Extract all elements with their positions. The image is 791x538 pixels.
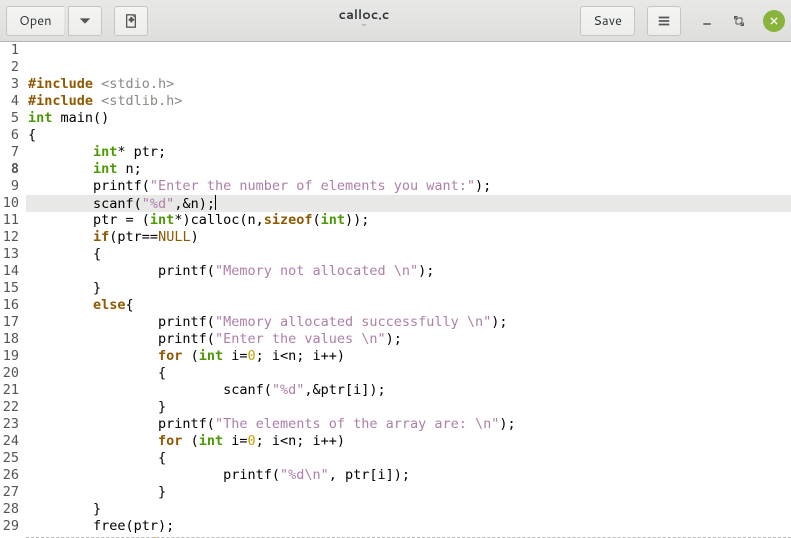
chevron-down-icon — [78, 14, 92, 28]
line-number: 4 — [0, 93, 19, 110]
line-number: 17 — [0, 314, 19, 331]
line-number: 9 — [0, 178, 19, 195]
code-line[interactable]: { — [26, 450, 791, 467]
code-line[interactable]: scanf("%d",&n); — [26, 195, 791, 212]
line-number: 10 — [0, 195, 19, 212]
minimize-icon — [701, 15, 713, 27]
line-number: 11 — [0, 212, 19, 229]
code-line[interactable]: free(ptr); — [26, 518, 791, 535]
line-number: 26 — [0, 467, 19, 484]
line-number: 28 — [0, 501, 19, 518]
save-label: Save — [593, 12, 622, 30]
code-line[interactable]: } — [26, 484, 791, 501]
code-line[interactable]: ptr = (int*)calloc(n,sizeof(int)); — [26, 212, 791, 229]
line-number: 14 — [0, 263, 19, 280]
line-number: 20 — [0, 365, 19, 382]
code-line[interactable]: printf("The elements of the array are: \… — [26, 416, 791, 433]
code-line[interactable]: } — [26, 399, 791, 416]
code-line[interactable]: { — [26, 246, 791, 263]
code-line[interactable]: printf("Enter the values \n"); — [26, 331, 791, 348]
line-number: 8 — [0, 161, 19, 178]
line-number: 12 — [0, 229, 19, 246]
code-line[interactable]: printf("Memory not allocated \n"); — [26, 263, 791, 280]
minimize-button[interactable] — [693, 10, 721, 32]
code-line[interactable]: { — [26, 127, 791, 144]
line-number: 6 — [0, 127, 19, 144]
code-line[interactable]: int* ptr; — [26, 144, 791, 161]
code-line[interactable]: int n; — [26, 161, 791, 178]
code-line[interactable]: scanf("%d",&ptr[i]); — [26, 382, 791, 399]
line-number: 19 — [0, 348, 19, 365]
window-subtitle: ~ — [361, 22, 368, 36]
line-number: 7 — [0, 144, 19, 161]
line-number: 25 — [0, 450, 19, 467]
text-cursor — [215, 195, 216, 210]
code-line[interactable]: for (int i=0; i<n; i++) — [26, 348, 791, 365]
close-icon — [769, 16, 779, 26]
line-number: 23 — [0, 416, 19, 433]
hamburger-icon — [657, 14, 671, 28]
menu-button[interactable] — [647, 6, 681, 36]
open-button[interactable]: Open — [6, 6, 64, 36]
line-number: 13 — [0, 246, 19, 263]
code-line[interactable]: for (int i=0; i<n; i++) — [26, 433, 791, 450]
line-number: 5 — [0, 110, 19, 127]
line-number: 24 — [0, 433, 19, 450]
code-line[interactable]: if(ptr==NULL) — [26, 229, 791, 246]
line-number: 15 — [0, 280, 19, 297]
header-bar: Open calloc.c ~ Save — [0, 0, 791, 42]
code-line[interactable]: printf("%d\n", ptr[i]); — [26, 467, 791, 484]
code-line[interactable]: #include <stdio.h> — [26, 76, 791, 93]
line-number: 29 — [0, 518, 19, 535]
code-line[interactable]: #include <stdlib.h> — [26, 93, 791, 110]
code-line[interactable]: int main() — [26, 110, 791, 127]
open-recent-button[interactable] — [68, 6, 102, 36]
code-line[interactable]: { — [26, 365, 791, 382]
open-label: Open — [19, 12, 52, 30]
line-number: 16 — [0, 297, 19, 314]
line-number: 18 — [0, 331, 19, 348]
new-tab-button[interactable] — [114, 6, 148, 36]
line-number: 21 — [0, 382, 19, 399]
line-number: 22 — [0, 399, 19, 416]
code-line[interactable]: } — [26, 280, 791, 297]
code-line[interactable]: else{ — [26, 297, 791, 314]
maximize-icon — [733, 15, 745, 27]
code-editor[interactable]: 1234567891011121314151617181920212223242… — [0, 42, 791, 538]
code-line[interactable]: } — [26, 501, 791, 518]
close-button[interactable] — [763, 10, 785, 32]
code-area[interactable]: #include <stdio.h>#include <stdlib.h>int… — [26, 42, 791, 538]
code-line[interactable]: printf("Memory allocated successfully \n… — [26, 314, 791, 331]
new-document-icon — [124, 14, 138, 28]
title-area: calloc.c ~ — [148, 6, 581, 36]
line-number: 3 — [0, 76, 19, 93]
line-number: 27 — [0, 484, 19, 501]
maximize-button[interactable] — [725, 10, 753, 32]
line-number: 2 — [0, 59, 19, 76]
code-line[interactable]: printf("Enter the number of elements you… — [26, 178, 791, 195]
line-number: 1 — [0, 42, 19, 59]
save-button[interactable]: Save — [580, 6, 635, 36]
line-number-gutter: 1234567891011121314151617181920212223242… — [0, 42, 26, 538]
